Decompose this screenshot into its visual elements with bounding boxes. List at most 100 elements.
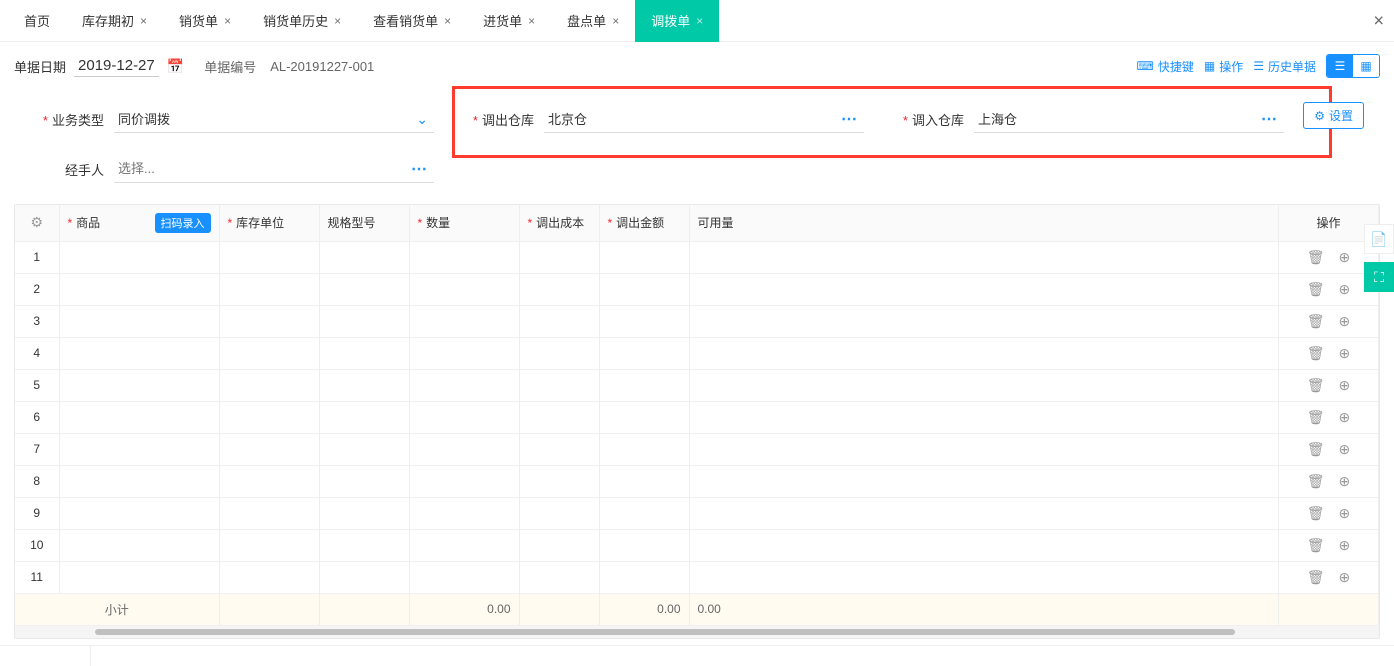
cell-amount[interactable]	[599, 529, 689, 561]
cell-qty[interactable]	[409, 497, 519, 529]
cell-spec[interactable]	[319, 465, 409, 497]
view-list-button[interactable]: ☰	[1327, 55, 1353, 77]
cell-qty[interactable]	[409, 561, 519, 593]
tab-stocktake[interactable]: 盘点单×	[551, 0, 635, 42]
cell-qty[interactable]	[409, 529, 519, 561]
cell-qty[interactable]	[409, 337, 519, 369]
close-all-icon[interactable]: ×	[1373, 10, 1384, 31]
cell-spec[interactable]	[319, 337, 409, 369]
calendar-icon[interactable]: 📅	[167, 58, 184, 75]
scan-button[interactable]: 扫码录入	[155, 213, 211, 233]
cell-amount[interactable]	[599, 305, 689, 337]
more-icon[interactable]: ⋯	[1261, 109, 1278, 129]
delete-icon[interactable]: 🗑	[1307, 505, 1325, 522]
settings-button[interactable]: ⚙设置	[1303, 102, 1364, 129]
cell-available[interactable]	[689, 369, 1279, 401]
delete-icon[interactable]: 🗑	[1307, 473, 1325, 490]
table-row[interactable]: 7🗑⊕	[15, 433, 1379, 465]
table-row[interactable]: 8🗑⊕	[15, 465, 1379, 497]
cell-spec[interactable]	[319, 433, 409, 465]
tab-sales-order[interactable]: 销货单×	[163, 0, 247, 42]
tab-view-sales[interactable]: 查看销货单×	[357, 0, 467, 42]
tab-home[interactable]: 首页	[8, 0, 66, 42]
cell-product[interactable]	[59, 465, 219, 497]
tab-purchase[interactable]: 进货单×	[467, 0, 551, 42]
cell-unit[interactable]	[219, 369, 319, 401]
operate-link[interactable]: ▦操作	[1204, 58, 1243, 75]
cell-available[interactable]	[689, 305, 1279, 337]
date-input[interactable]: 2019-12-27	[74, 55, 159, 77]
cell-product[interactable]	[59, 433, 219, 465]
cell-product[interactable]	[59, 241, 219, 273]
cell-spec[interactable]	[319, 401, 409, 433]
cell-product[interactable]	[59, 529, 219, 561]
cell-unit[interactable]	[219, 273, 319, 305]
cell-unit[interactable]	[219, 561, 319, 593]
cell-qty[interactable]	[409, 305, 519, 337]
cell-product[interactable]	[59, 561, 219, 593]
cell-spec[interactable]	[319, 529, 409, 561]
cell-product[interactable]	[59, 369, 219, 401]
cell-cost[interactable]	[519, 337, 599, 369]
delete-icon[interactable]: 🗑	[1307, 313, 1325, 330]
chevron-down-icon[interactable]: ⌄	[416, 111, 428, 128]
cell-available[interactable]	[689, 273, 1279, 305]
cell-available[interactable]	[689, 433, 1279, 465]
cell-spec[interactable]	[319, 273, 409, 305]
tab-transfer[interactable]: 调拨单×	[635, 0, 719, 42]
cell-cost[interactable]	[519, 273, 599, 305]
delete-icon[interactable]: 🗑	[1307, 281, 1325, 298]
table-row[interactable]: 10🗑⊕	[15, 529, 1379, 561]
add-row-icon[interactable]: ⊕	[1339, 345, 1351, 362]
gear-icon[interactable]: ⚙	[30, 214, 43, 230]
cell-product[interactable]	[59, 497, 219, 529]
cell-qty[interactable]	[409, 273, 519, 305]
biz-type-select[interactable]	[114, 105, 434, 133]
cell-amount[interactable]	[599, 241, 689, 273]
add-row-icon[interactable]: ⊕	[1339, 505, 1351, 522]
notes-button[interactable]: 📄	[1364, 224, 1394, 254]
cell-amount[interactable]	[599, 401, 689, 433]
add-row-icon[interactable]: ⊕	[1339, 537, 1351, 554]
cell-cost[interactable]	[519, 529, 599, 561]
cell-spec[interactable]	[319, 241, 409, 273]
table-row[interactable]: 1🗑⊕	[15, 241, 1379, 273]
table-row[interactable]: 2🗑⊕	[15, 273, 1379, 305]
cell-amount[interactable]	[599, 497, 689, 529]
cell-unit[interactable]	[219, 337, 319, 369]
tab-inventory-init[interactable]: 库存期初×	[66, 0, 163, 42]
close-icon[interactable]: ×	[528, 14, 535, 28]
close-icon[interactable]: ×	[612, 14, 619, 28]
cell-qty[interactable]	[409, 241, 519, 273]
cell-unit[interactable]	[219, 241, 319, 273]
delete-icon[interactable]: 🗑	[1307, 537, 1325, 554]
cell-unit[interactable]	[219, 465, 319, 497]
close-icon[interactable]: ×	[140, 14, 147, 28]
out-warehouse-input[interactable]	[544, 105, 864, 133]
cell-unit[interactable]	[219, 305, 319, 337]
close-icon[interactable]: ×	[334, 14, 341, 28]
cell-cost[interactable]	[519, 369, 599, 401]
delete-icon[interactable]: 🗑	[1307, 569, 1325, 586]
handler-input[interactable]	[114, 155, 434, 183]
view-grid-button[interactable]: ▦	[1353, 55, 1379, 77]
cell-unit[interactable]	[219, 497, 319, 529]
cell-unit[interactable]	[219, 529, 319, 561]
table-row[interactable]: 6🗑⊕	[15, 401, 1379, 433]
cell-amount[interactable]	[599, 369, 689, 401]
cell-cost[interactable]	[519, 401, 599, 433]
table-row[interactable]: 3🗑⊕	[15, 305, 1379, 337]
cell-cost[interactable]	[519, 433, 599, 465]
delete-icon[interactable]: 🗑	[1307, 409, 1325, 426]
cell-available[interactable]	[689, 337, 1279, 369]
add-row-icon[interactable]: ⊕	[1339, 313, 1351, 330]
cell-spec[interactable]	[319, 497, 409, 529]
fullscreen-button[interactable]: ⛶	[1364, 262, 1394, 292]
cell-cost[interactable]	[519, 465, 599, 497]
tab-sales-history[interactable]: 销货单历史×	[247, 0, 357, 42]
table-row[interactable]: 5🗑⊕	[15, 369, 1379, 401]
cell-available[interactable]	[689, 401, 1279, 433]
add-row-icon[interactable]: ⊕	[1339, 249, 1351, 266]
cell-amount[interactable]	[599, 433, 689, 465]
more-icon[interactable]: ⋯	[841, 109, 858, 129]
